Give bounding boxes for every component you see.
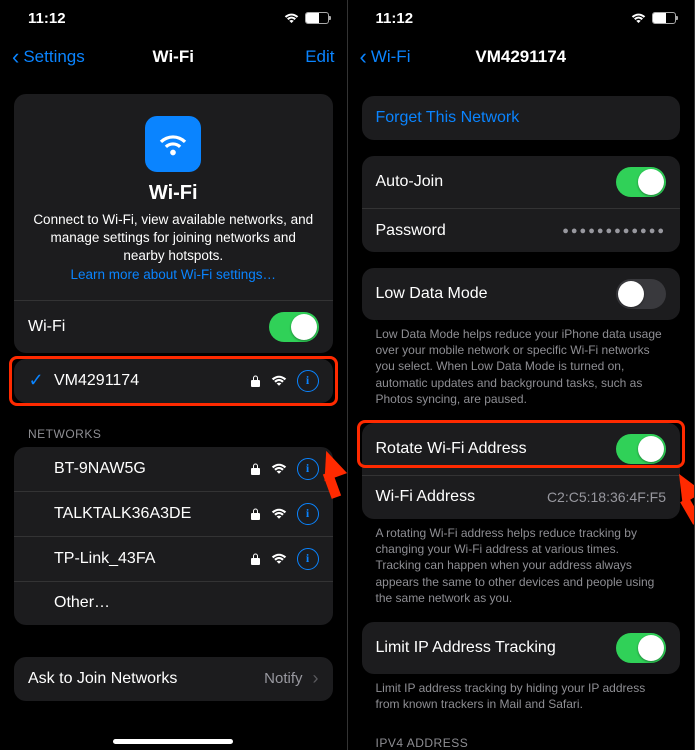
wifi-signal-icon (271, 463, 287, 475)
wifi-status-icon (631, 13, 646, 24)
lock-icon (250, 374, 261, 388)
password-label: Password (376, 222, 446, 240)
wifi-address-row[interactable]: Wi-Fi Address C2:C5:18:36:4F:F5 (362, 475, 681, 519)
limit-footer: Limit IP address tracking by hiding your… (362, 674, 681, 712)
forget-label: Forget This Network (376, 109, 520, 127)
nav-bar: ‹ Settings Wi-Fi Edit (0, 36, 347, 78)
password-value: ●●●●●●●●●●●● (562, 225, 666, 237)
connected-network-row[interactable]: ✓ VM4291174 i (14, 359, 333, 403)
limit-ip-label: Limit IP Address Tracking (376, 639, 556, 657)
rotate-card: Rotate Wi-Fi Address Wi-Fi Address C2:C5… (362, 423, 681, 519)
low-data-label: Low Data Mode (376, 285, 488, 303)
content-scroll[interactable]: Forget This Network Auto-Join Password ●… (348, 78, 695, 750)
wifi-toggle[interactable] (269, 312, 319, 342)
lock-icon (250, 507, 261, 521)
forget-card: Forget This Network (362, 96, 681, 140)
network-name: TALKTALK36A3DE (54, 505, 191, 523)
chevron-left-icon: ‹ (360, 46, 367, 68)
auto-join-card: Auto-Join Password ●●●●●●●●●●●● (362, 156, 681, 252)
limit-ip-toggle[interactable] (616, 633, 666, 663)
wifi-toggle-label: Wi-Fi (28, 318, 65, 336)
info-icon[interactable]: i (297, 370, 319, 392)
chevron-left-icon: ‹ (12, 46, 19, 68)
wifi-address-label: Wi-Fi Address (376, 488, 476, 506)
battery-icon (652, 12, 676, 24)
rotate-footer: A rotating Wi-Fi address helps reduce tr… (362, 519, 681, 606)
edit-button[interactable]: Edit (305, 47, 334, 67)
limit-ip-card: Limit IP Address Tracking (362, 622, 681, 674)
lock-icon (250, 552, 261, 566)
wifi-detail-screen: 11:12 ‹ Wi-Fi VM4291174 Forget This Netw… (348, 0, 695, 750)
network-row[interactable]: TALKTALK36A3DE i (14, 491, 333, 536)
other-label: Other… (54, 594, 110, 612)
wifi-signal-icon (271, 553, 287, 565)
rotate-toggle[interactable] (616, 434, 666, 464)
status-right (284, 12, 329, 24)
ask-label: Ask to Join Networks (28, 670, 177, 688)
network-name: TP-Link_43FA (54, 550, 155, 568)
info-icon[interactable]: i (297, 458, 319, 480)
ipv4-header: IPV4 Address (362, 712, 681, 750)
status-time: 11:12 (28, 10, 66, 27)
limit-ip-row: Limit IP Address Tracking (362, 622, 681, 674)
ask-to-join-card: Ask to Join Networks Notify › (14, 657, 333, 701)
network-row[interactable]: TP-Link_43FA i (14, 536, 333, 581)
info-icon[interactable]: i (297, 503, 319, 525)
checkmark-icon: ✓ (28, 370, 44, 391)
low-data-footer: Low Data Mode helps reduce your iPhone d… (362, 320, 681, 407)
back-button[interactable]: ‹ Settings (12, 46, 85, 68)
wifi-app-icon (145, 116, 201, 172)
back-label: Settings (23, 47, 84, 67)
status-right (631, 12, 676, 24)
other-network-row[interactable]: Other… (14, 581, 333, 625)
network-name: BT-9NAW5G (54, 460, 146, 478)
connected-network-name: VM4291174 (54, 372, 139, 390)
wifi-status-icon (284, 13, 299, 24)
home-indicator[interactable] (113, 739, 233, 744)
battery-icon (305, 12, 329, 24)
ask-value: Notify (264, 670, 302, 687)
connected-network-card: ✓ VM4291174 i (14, 359, 333, 403)
status-time: 11:12 (376, 10, 414, 27)
auto-join-label: Auto-Join (376, 173, 444, 191)
wifi-icon (156, 127, 190, 161)
lock-icon (250, 462, 261, 476)
low-data-toggle[interactable] (616, 279, 666, 309)
password-row[interactable]: Password ●●●●●●●●●●●● (362, 208, 681, 252)
wifi-list-screen: 11:12 ‹ Settings Wi-Fi Edit Wi-Fi Connec… (0, 0, 348, 750)
wifi-signal-icon (271, 508, 287, 520)
hero-card: Wi-Fi Connect to Wi-Fi, view available n… (14, 94, 333, 353)
chevron-right-icon: › (313, 668, 319, 689)
back-label: Wi-Fi (371, 47, 411, 67)
networks-header: Networks (14, 403, 333, 447)
nav-bar: ‹ Wi-Fi VM4291174 (348, 36, 695, 78)
info-icon[interactable]: i (297, 548, 319, 570)
ask-to-join-row[interactable]: Ask to Join Networks Notify › (14, 657, 333, 701)
hero-body: Connect to Wi-Fi, view available network… (33, 212, 313, 263)
networks-list: BT-9NAW5G i TALKTALK36A3DE i TP-Link_43F… (14, 447, 333, 625)
rotate-row: Rotate Wi-Fi Address (362, 423, 681, 475)
auto-join-toggle[interactable] (616, 167, 666, 197)
forget-network-button[interactable]: Forget This Network (362, 96, 681, 140)
status-bar: 11:12 (348, 0, 695, 36)
auto-join-row: Auto-Join (362, 156, 681, 208)
hero-learn-more-link[interactable]: Learn more about Wi-Fi settings… (70, 267, 276, 282)
low-data-card: Low Data Mode (362, 268, 681, 320)
status-bar: 11:12 (0, 0, 347, 36)
wifi-address-value: C2:C5:18:36:4F:F5 (547, 489, 666, 505)
wifi-signal-icon (271, 375, 287, 387)
low-data-row: Low Data Mode (362, 268, 681, 320)
network-row[interactable]: BT-9NAW5G i (14, 447, 333, 491)
hero-heading: Wi-Fi (32, 182, 315, 205)
back-button[interactable]: ‹ Wi-Fi (360, 46, 411, 68)
content-scroll[interactable]: Wi-Fi Connect to Wi-Fi, view available n… (0, 78, 347, 750)
rotate-label: Rotate Wi-Fi Address (376, 440, 527, 458)
